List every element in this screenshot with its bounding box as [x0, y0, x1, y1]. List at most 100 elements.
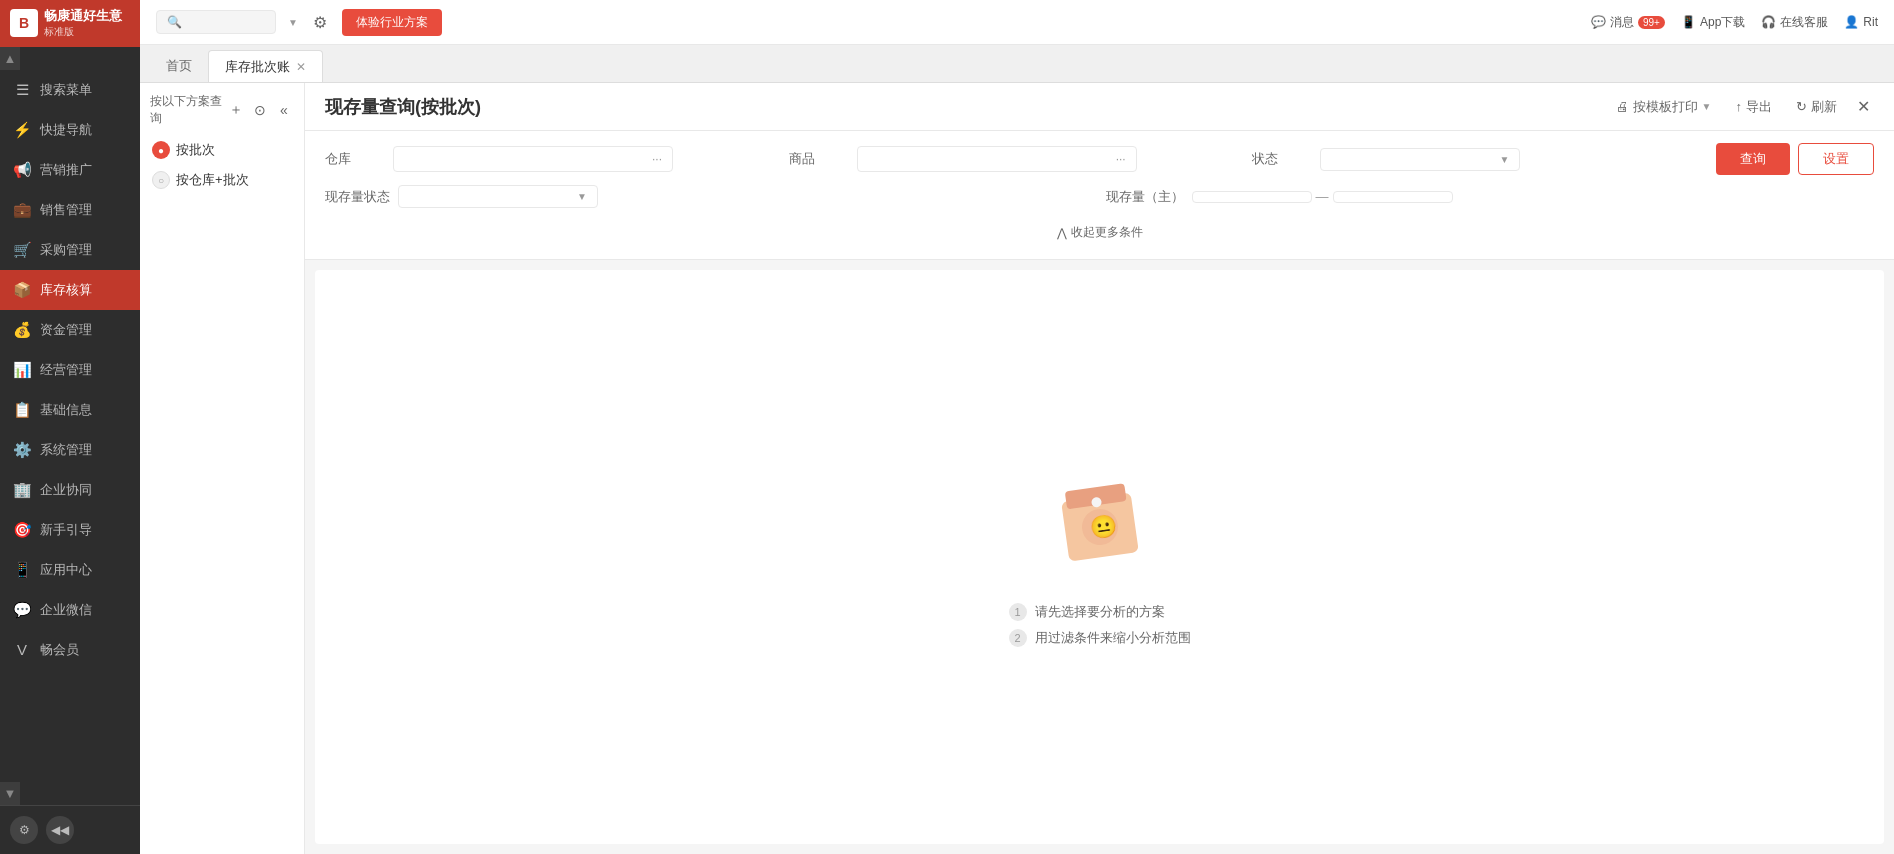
print-dropdown-icon: ▼ — [1702, 101, 1712, 112]
sidebar-item-quick-nav[interactable]: ⚡ 快捷导航 — [0, 110, 140, 150]
empty-icon-svg: 😐 — [1040, 467, 1160, 587]
sidebar-item-enterprise[interactable]: 🏢 企业协同 — [0, 470, 140, 510]
user-avatar[interactable]: 👤 Rit — [1844, 15, 1878, 29]
sidebar-item-wechat[interactable]: 💬 企业微信 — [0, 590, 140, 630]
refresh-btn[interactable]: ↻ 刷新 — [1788, 94, 1845, 120]
sidebar-item-purchase[interactable]: 🛒 采购管理 — [0, 230, 140, 270]
printer-icon: 🖨 — [1616, 99, 1629, 114]
sidebar-item-sales[interactable]: 💼 销售管理 — [0, 190, 140, 230]
online-service-btn[interactable]: 🎧 在线客服 — [1761, 14, 1828, 31]
sidebar-item-sales-label: 销售管理 — [40, 201, 92, 219]
inventory-icon: 📦 — [12, 280, 32, 300]
sidebar-item-basic-info[interactable]: 📋 基础信息 — [0, 390, 140, 430]
page-title: 现存量查询(按批次) — [325, 95, 481, 119]
topbar: 🔍 ▼ ⚙ 体验行业方案 💬 消息 99+ 📱 App下载 🎧 在线客服 — [140, 0, 1894, 45]
tab-home[interactable]: 首页 — [150, 50, 208, 82]
enterprise-icon: 🏢 — [12, 480, 32, 500]
sidebar-item-finance-label: 资金管理 — [40, 321, 92, 339]
page-area: 按以下方案查询 ＋ ⊙ « ● 按批次 ○ 按仓库+批次 — [140, 83, 1894, 854]
step-2-text: 用过滤条件来缩小分析范围 — [1035, 629, 1191, 647]
experience-industry-btn[interactable]: 体验行业方案 — [342, 9, 442, 36]
inventory-qty-label: 现存量（主） — [1106, 188, 1184, 206]
sidebar-item-marketing-label: 营销推广 — [40, 161, 92, 179]
message-btn[interactable]: 💬 消息 99+ — [1591, 14, 1665, 31]
search-dropdown-arrow[interactable]: ▼ — [288, 17, 298, 28]
settings-bottom-btn[interactable]: ⚙ — [10, 816, 38, 844]
left-panel: 按以下方案查询 ＋ ⊙ « ● 按批次 ○ 按仓库+批次 — [140, 83, 305, 854]
search-icon: 🔍 — [167, 15, 182, 29]
sidebar-item-finance[interactable]: 💰 资金管理 — [0, 310, 140, 350]
guide-icon: 🎯 — [12, 520, 32, 540]
collapse-more-btn[interactable]: ⋀ 收起更多条件 — [325, 218, 1874, 247]
empty-illustration: 😐 — [1040, 467, 1160, 587]
basic-info-icon: 📋 — [12, 400, 32, 420]
message-label: 消息 — [1610, 14, 1634, 31]
tab-inventory-batch[interactable]: 库存批次账 ✕ — [208, 50, 323, 82]
tabs-bar: 首页 库存批次账 ✕ — [140, 45, 1894, 83]
export-btn[interactable]: ↑ 导出 — [1728, 94, 1781, 120]
page-actions: 🖨 按模板打印 ▼ ↑ 导出 ↻ 刷新 ✕ — [1608, 93, 1874, 120]
sidebar-item-marketing[interactable]: 📢 营销推广 — [0, 150, 140, 190]
sidebar-item-purchase-label: 采购管理 — [40, 241, 92, 259]
inventory-status-select[interactable]: ▼ — [398, 185, 598, 208]
inventory-qty-to[interactable] — [1333, 191, 1453, 203]
app-logo: B — [10, 9, 38, 37]
tab-close-icon[interactable]: ✕ — [296, 60, 306, 74]
sidebar-item-system[interactable]: ⚙️ 系统管理 — [0, 430, 140, 470]
sidebar-collapse-btn[interactable]: ◀◀ — [46, 816, 74, 844]
scheme-item-warehouse-batch[interactable]: ○ 按仓库+批次 — [140, 165, 304, 195]
sidebar-item-app-center-label: 应用中心 — [40, 561, 92, 579]
search-menu-icon: ☰ — [12, 80, 32, 100]
online-service-label: 在线客服 — [1780, 14, 1828, 31]
query-btn[interactable]: 查询 — [1716, 143, 1790, 175]
sidebar-item-operations[interactable]: 📊 经营管理 — [0, 350, 140, 390]
left-panel-header: 按以下方案查询 ＋ ⊙ « — [140, 93, 304, 135]
app-info: 畅康通好生意 标准版 — [44, 8, 122, 39]
sidebar-item-app-center[interactable]: 📱 应用中心 — [0, 550, 140, 590]
sidebar-scroll-up[interactable]: ▲ — [0, 47, 20, 70]
scheme-batch-label: 按批次 — [176, 141, 215, 159]
goods-input[interactable]: ··· — [857, 146, 1137, 172]
app-center-icon: 📱 — [12, 560, 32, 580]
page-header: 现存量查询(按批次) 🖨 按模板打印 ▼ ↑ 导出 ↻ — [305, 83, 1894, 131]
range-dash: — — [1316, 189, 1329, 204]
app-download-btn[interactable]: 📱 App下载 — [1681, 14, 1745, 31]
export-btn-label: 导出 — [1746, 98, 1772, 116]
warehouse-input[interactable]: ··· — [393, 146, 673, 172]
sidebar-bottom: ⚙ ◀◀ — [0, 805, 140, 854]
warehouse-filter: 仓库 ··· — [325, 146, 777, 172]
topbar-search[interactable]: 🔍 — [156, 10, 276, 34]
add-scheme-icon[interactable]: ＋ — [226, 100, 246, 120]
print-btn[interactable]: 🖨 按模板打印 ▼ — [1608, 94, 1720, 120]
content-area: 😐 1 请先选择要分析的方案 2 用过滤条件来缩小分析范围 — [315, 270, 1884, 844]
settings-btn[interactable]: 设置 — [1798, 143, 1874, 175]
inventory-qty-from[interactable] — [1192, 191, 1312, 203]
left-panel-title: 按以下方案查询 — [150, 93, 226, 127]
step-2-num: 2 — [1009, 629, 1027, 647]
collapse-more-label: 收起更多条件 — [1071, 224, 1143, 241]
member-icon: V — [12, 640, 32, 660]
close-right-panel-btn[interactable]: ✕ — [1853, 93, 1874, 120]
sidebar-item-guide-label: 新手引导 — [40, 521, 92, 539]
refresh-icon: ↻ — [1796, 99, 1807, 114]
status-select[interactable]: ▼ — [1320, 148, 1520, 171]
scheme-settings-icon[interactable]: ⊙ — [250, 100, 270, 120]
refresh-btn-label: 刷新 — [1811, 98, 1837, 116]
quick-nav-icon: ⚡ — [12, 120, 32, 140]
scheme-batch-dot: ● — [152, 141, 170, 159]
marketing-icon: 📢 — [12, 160, 32, 180]
sidebar-scroll-down[interactable]: ▼ — [0, 782, 20, 805]
print-btn-label: 按模板打印 — [1633, 98, 1698, 116]
scheme-item-batch[interactable]: ● 按批次 — [140, 135, 304, 165]
empty-steps: 1 请先选择要分析的方案 2 用过滤条件来缩小分析范围 — [1009, 603, 1191, 647]
app-download-icon: 📱 — [1681, 15, 1696, 29]
scheme-collapse-icon[interactable]: « — [274, 100, 294, 120]
svg-text:😐: 😐 — [1088, 512, 1119, 543]
topbar-gear-icon[interactable]: ⚙ — [310, 12, 330, 32]
inventory-status-label: 现存量状态 — [325, 188, 390, 206]
sidebar-item-member[interactable]: V 畅会员 — [0, 630, 140, 670]
sidebar-item-inventory[interactable]: 📦 库存核算 — [0, 270, 140, 310]
sidebar-item-search[interactable]: ☰ 搜索菜单 — [0, 70, 140, 110]
sidebar-item-guide[interactable]: 🎯 新手引导 — [0, 510, 140, 550]
empty-state: 😐 1 请先选择要分析的方案 2 用过滤条件来缩小分析范围 — [1009, 467, 1191, 647]
